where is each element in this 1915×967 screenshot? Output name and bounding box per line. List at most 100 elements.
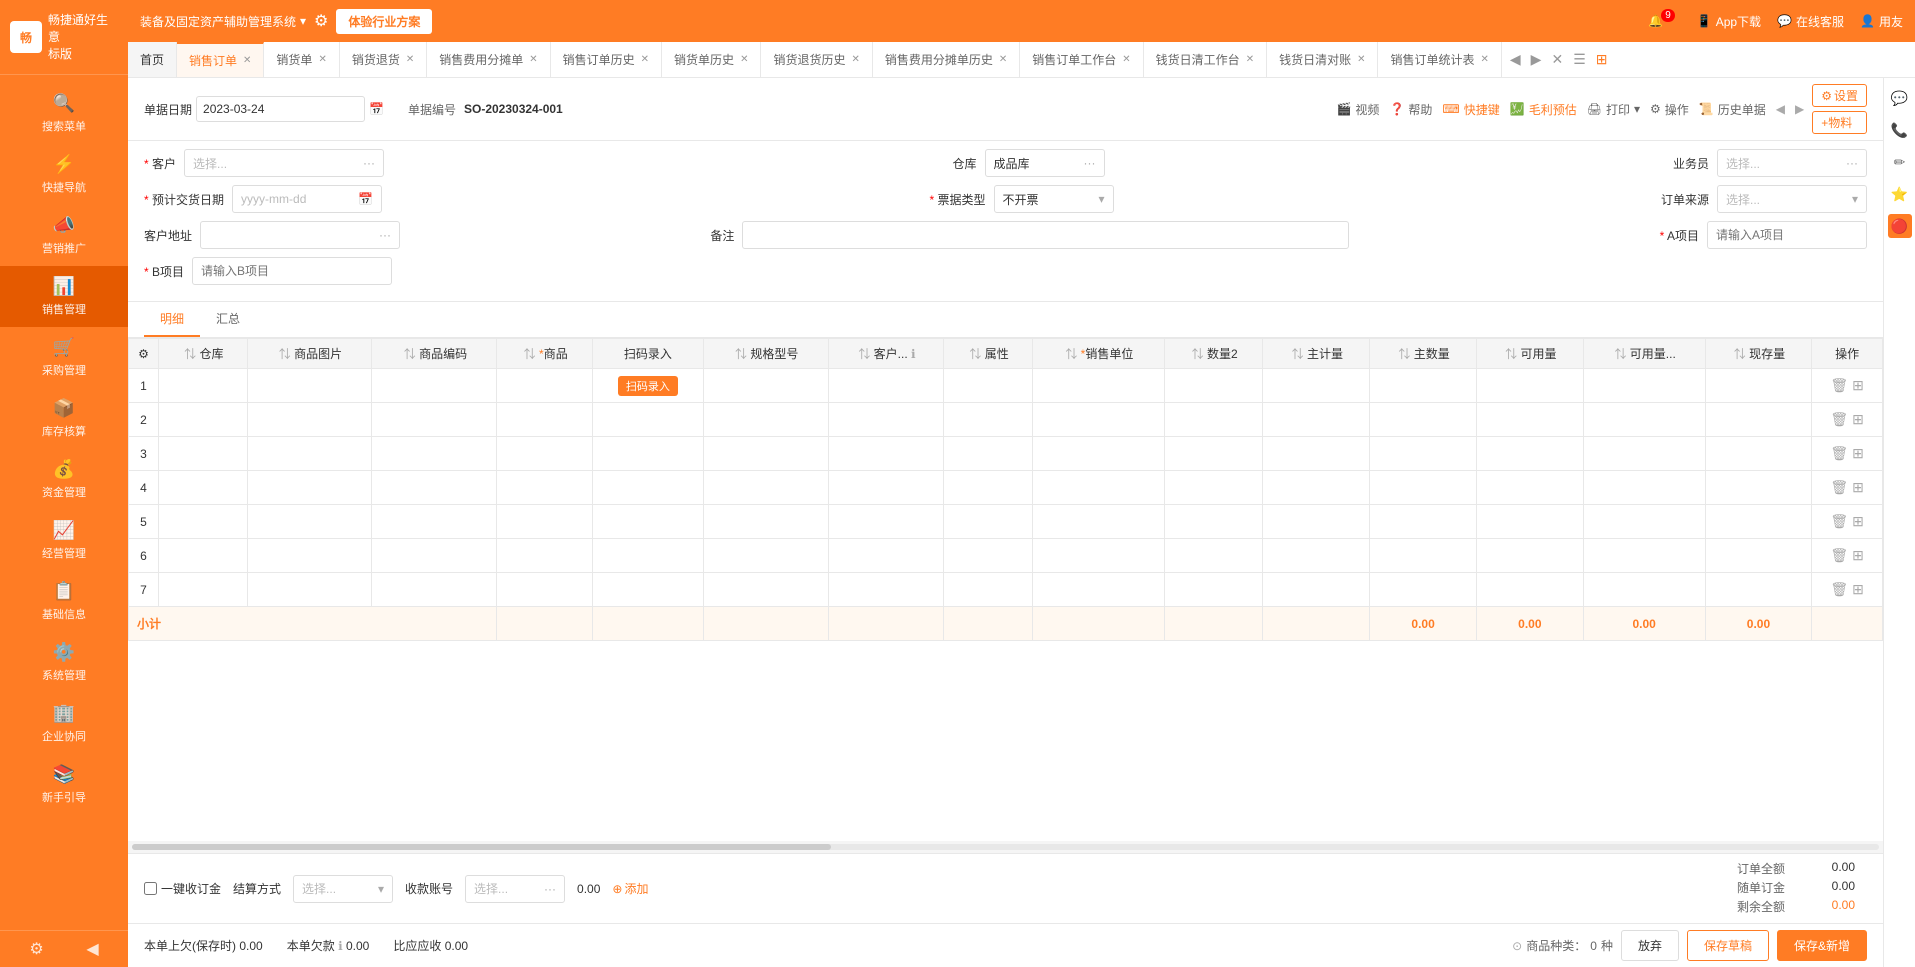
- profit-btn[interactable]: 💹 毛利预估: [1510, 101, 1577, 118]
- solution-button[interactable]: 体验行业方案: [336, 9, 432, 34]
- tab-sales-expense-history[interactable]: 销售费用分摊单历史 ✕: [873, 42, 1020, 78]
- right-panel-edit-icon[interactable]: ✏: [1888, 150, 1912, 174]
- info-icon2[interactable]: ℹ: [338, 939, 343, 953]
- row6-product[interactable]: [497, 539, 593, 573]
- row4-warehouse[interactable]: [159, 471, 248, 505]
- row1-warehouse[interactable]: [159, 369, 248, 403]
- row1-quantity2[interactable]: [1164, 369, 1263, 403]
- scan-button-1[interactable]: 扫码录入: [618, 376, 678, 396]
- nav-next-icon[interactable]: ▶: [1795, 102, 1804, 116]
- address-select[interactable]: ···: [200, 221, 400, 249]
- warehouse-dots-icon[interactable]: ···: [1084, 156, 1096, 170]
- row3-main-unit[interactable]: [1263, 437, 1370, 471]
- close-tab-icon[interactable]: ✕: [851, 54, 859, 65]
- col-settings[interactable]: ⚙: [129, 339, 159, 369]
- invoice-type-select[interactable]: 不开票 ▾: [994, 185, 1114, 213]
- row6-spec[interactable]: [703, 539, 828, 573]
- sort-icon[interactable]: ⇅: [279, 347, 291, 361]
- row7-quantity2[interactable]: [1164, 573, 1263, 607]
- copy-icon-1[interactable]: ⊞: [1852, 377, 1864, 394]
- tab-sales-order-history[interactable]: 销售订单历史 ✕: [551, 42, 662, 78]
- row1-scan[interactable]: 扫码录入: [592, 369, 703, 403]
- order-source-select[interactable]: 选择... ▾: [1717, 185, 1867, 213]
- row2-quantity2[interactable]: [1164, 403, 1263, 437]
- goods-count-icon[interactable]: ⊙: [1512, 939, 1522, 953]
- sidebar-item-operations[interactable]: 📈 经营管理: [0, 510, 128, 571]
- copy-icon-6[interactable]: ⊞: [1852, 547, 1864, 564]
- a-project-input[interactable]: [1707, 221, 1867, 249]
- close-tab-icon[interactable]: ✕: [243, 55, 251, 66]
- row6-warehouse[interactable]: [159, 539, 248, 573]
- close-tab-icon[interactable]: ✕: [1481, 54, 1489, 65]
- tabs-prev-btn[interactable]: ◀: [1506, 47, 1525, 72]
- sort-icon[interactable]: ⇅: [404, 347, 416, 361]
- receipt-account-select[interactable]: 选择... ···: [465, 875, 565, 903]
- row4-sales-unit[interactable]: [1032, 471, 1164, 505]
- sort-icon[interactable]: ⇅: [969, 347, 981, 361]
- info-icon[interactable]: ℹ: [911, 347, 916, 361]
- row5-warehouse[interactable]: [159, 505, 248, 539]
- tab-sales-order-workbench[interactable]: 销售订单工作台 ✕: [1020, 42, 1143, 78]
- row1-product[interactable]: [497, 369, 593, 403]
- row2-warehouse[interactable]: [159, 403, 248, 437]
- sidebar-item-guide[interactable]: 📚 新手引导: [0, 754, 128, 815]
- row3-product[interactable]: [497, 437, 593, 471]
- close-tab-icon[interactable]: ✕: [1246, 54, 1254, 65]
- row4-product[interactable]: [497, 471, 593, 505]
- tab-sales-order-stats[interactable]: 销售订单统计表 ✕: [1378, 42, 1501, 78]
- row3-main-quantity[interactable]: [1370, 437, 1477, 471]
- row2-sales-unit[interactable]: [1032, 403, 1164, 437]
- row3-quantity2[interactable]: [1164, 437, 1263, 471]
- sort-icon[interactable]: ⇅: [1734, 347, 1746, 361]
- calendar-icon[interactable]: 📅: [369, 102, 384, 116]
- discard-button[interactable]: 放弃: [1621, 930, 1679, 961]
- row4-customer-code[interactable]: [828, 471, 944, 505]
- tabs-grid-btn[interactable]: ⊞: [1592, 47, 1612, 72]
- row7-sales-unit[interactable]: [1032, 573, 1164, 607]
- sidebar-item-marketing[interactable]: 📣 营销推广: [0, 205, 128, 266]
- row2-code[interactable]: [372, 403, 497, 437]
- note-input[interactable]: [742, 221, 1349, 249]
- sort-icon[interactable]: ⇅: [1292, 347, 1304, 361]
- delete-icon-3[interactable]: 🗑: [1830, 445, 1848, 462]
- row6-main-unit[interactable]: [1263, 539, 1370, 573]
- operation-btn[interactable]: ⚙ 操作: [1650, 101, 1689, 118]
- sort-icon[interactable]: ⇅: [858, 347, 870, 361]
- tab-sales-return-history[interactable]: 销货退货历史 ✕: [761, 42, 872, 78]
- tabs-next-btn[interactable]: ▶: [1527, 47, 1546, 72]
- row5-sales-unit[interactable]: [1032, 505, 1164, 539]
- copy-icon-2[interactable]: ⊞: [1852, 411, 1864, 428]
- row5-main-quantity[interactable]: [1370, 505, 1477, 539]
- close-tab-icon[interactable]: ✕: [529, 54, 537, 65]
- row5-quantity2[interactable]: [1164, 505, 1263, 539]
- row2-main-quantity[interactable]: [1370, 403, 1477, 437]
- view-btn[interactable]: 🎬 视频: [1336, 101, 1379, 118]
- right-panel-alert-icon[interactable]: 🔴: [1888, 214, 1912, 238]
- row4-quantity2[interactable]: [1164, 471, 1263, 505]
- row2-customer-code[interactable]: [828, 403, 944, 437]
- row7-attributes[interactable]: [944, 573, 1033, 607]
- notification-item[interactable]: 🔔 9: [1648, 14, 1681, 28]
- row6-sales-unit[interactable]: [1032, 539, 1164, 573]
- sidebar-item-enterprise[interactable]: 🏢 企业协同: [0, 693, 128, 754]
- row5-code[interactable]: [372, 505, 497, 539]
- save-draft-button[interactable]: 保存草稿: [1687, 930, 1769, 961]
- tab-cash-daily-workbench[interactable]: 钱货日清工作台 ✕: [1144, 42, 1267, 78]
- tab-sales-return[interactable]: 销货退货 ✕: [340, 42, 427, 78]
- delivery-date-select[interactable]: yyyy-mm-dd 📅: [232, 185, 382, 213]
- row5-customer-code[interactable]: [828, 505, 944, 539]
- history-btn[interactable]: 📜 历史单据: [1699, 101, 1766, 118]
- payment-method-select[interactable]: 选择... ▾: [293, 875, 393, 903]
- tab-cash-daily-reconcile[interactable]: 钱货日清对账 ✕: [1267, 42, 1378, 78]
- row6-code[interactable]: [372, 539, 497, 573]
- close-tab-icon[interactable]: ✕: [641, 54, 649, 65]
- scroll-thumb[interactable]: [132, 844, 831, 850]
- print-btn[interactable]: 🖨 打印 ▾: [1587, 101, 1640, 118]
- row7-product[interactable]: [497, 573, 593, 607]
- close-tab-icon[interactable]: ✕: [999, 54, 1007, 65]
- salesperson-select[interactable]: 选择... ···: [1717, 149, 1867, 177]
- delete-icon-5[interactable]: 🗑: [1830, 513, 1848, 530]
- sidebar-item-system[interactable]: ⚙️ 系统管理: [0, 632, 128, 693]
- row5-spec[interactable]: [703, 505, 828, 539]
- copy-icon-7[interactable]: ⊞: [1852, 581, 1864, 598]
